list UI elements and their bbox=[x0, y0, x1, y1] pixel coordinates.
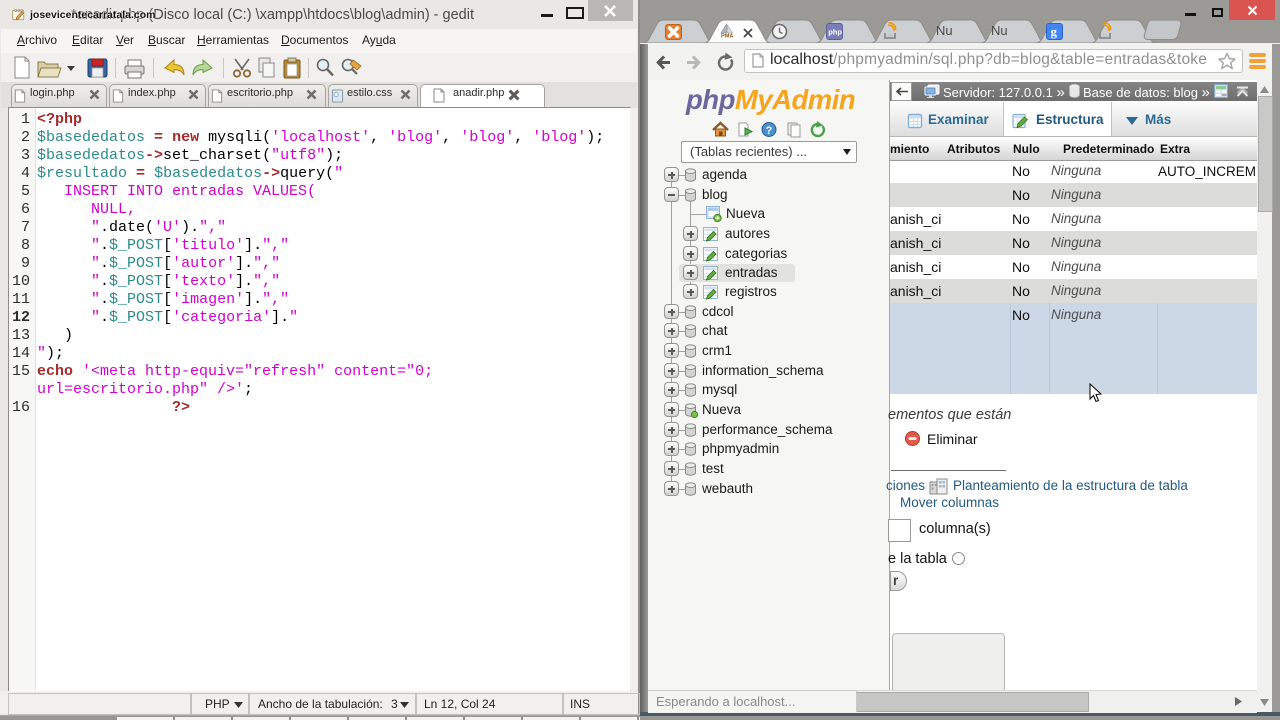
svg-text:PMA: PMA bbox=[721, 34, 733, 39]
svg-text:?: ? bbox=[766, 125, 773, 137]
svg-text:g: g bbox=[1051, 24, 1058, 39]
svg-text:php: php bbox=[828, 28, 842, 37]
